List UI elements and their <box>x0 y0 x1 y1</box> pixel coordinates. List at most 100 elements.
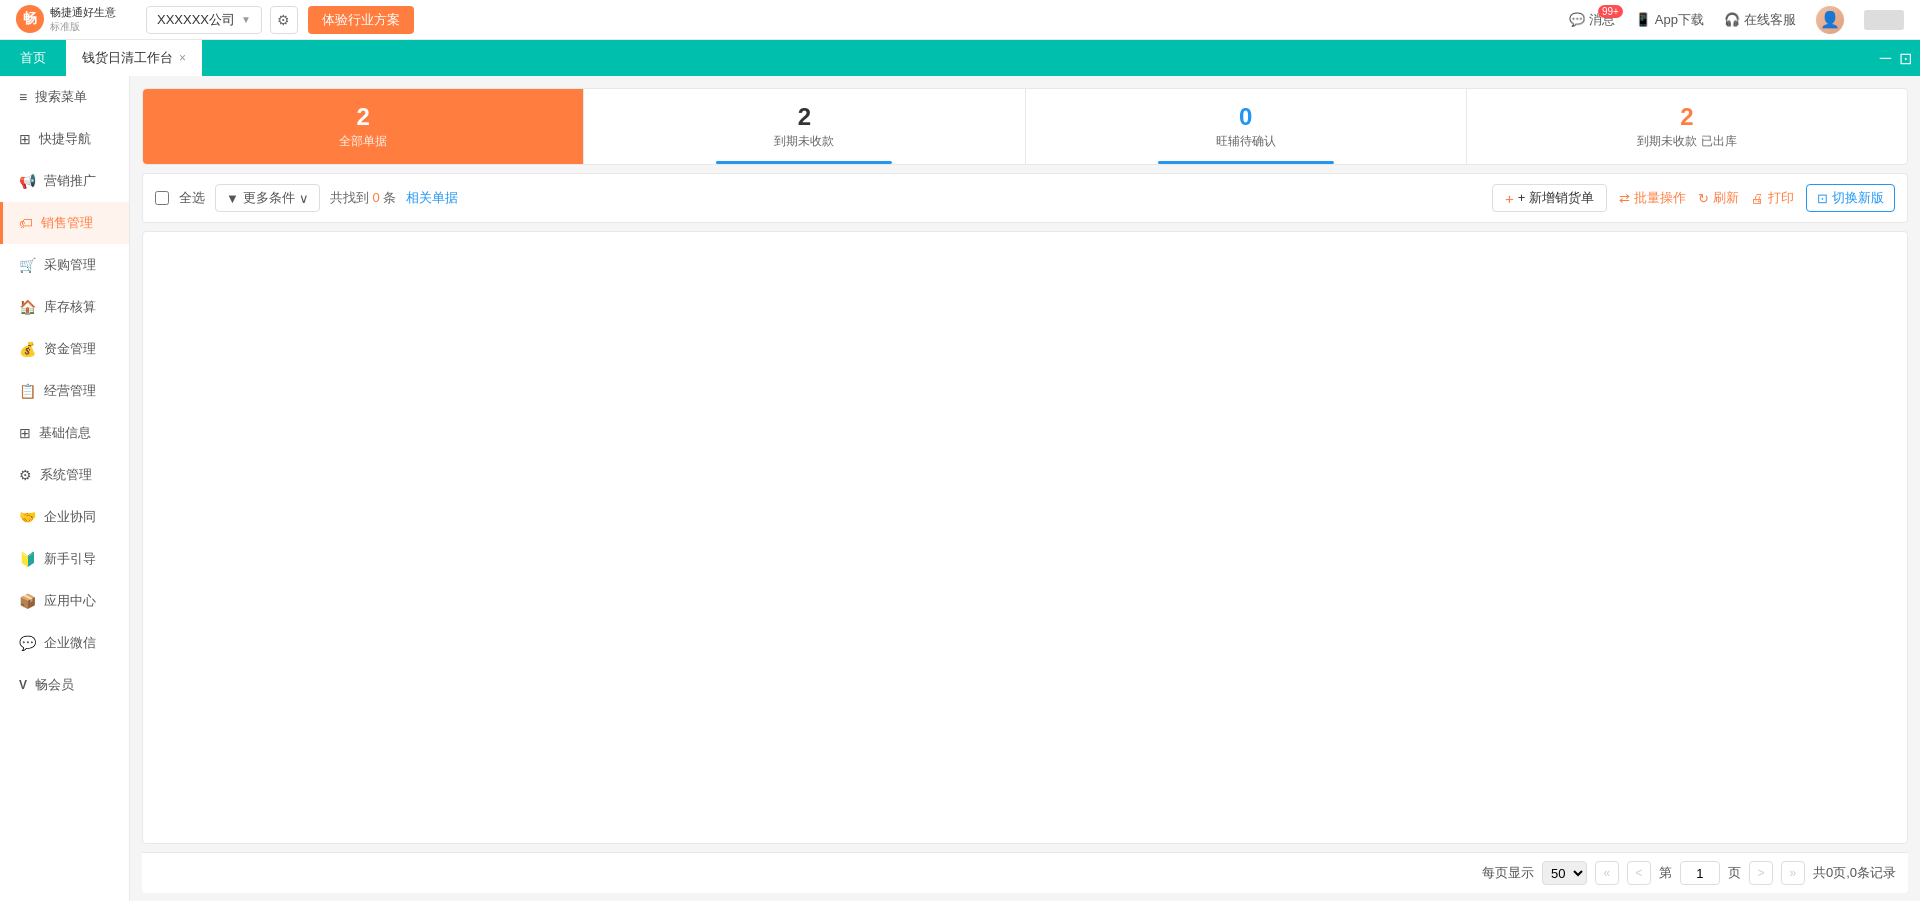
sidebar-item-sales[interactable]: 🏷 销售管理 <box>0 202 129 244</box>
sidebar-item-purchase[interactable]: 🛒 采购管理 <box>0 244 129 286</box>
select-all-label: 全选 <box>179 189 205 207</box>
found-unit: 条 <box>383 190 396 205</box>
stat-card-wangdian[interactable]: 0 旺辅待确认 <box>1026 89 1467 164</box>
sidebar-item-marketing[interactable]: 📢 营销推广 <box>0 160 129 202</box>
table-area <box>142 231 1908 844</box>
sidebar-item-app-center[interactable]: 📦 应用中心 <box>0 580 129 622</box>
total-records-label: 共0页,0条记录 <box>1813 864 1896 882</box>
current-page-input[interactable] <box>1680 861 1720 885</box>
sidebar-label-search-menu: 搜索菜单 <box>35 88 87 106</box>
tab-bar: 首页 钱货日清工作台 × ─ ⊡ <box>0 40 1920 76</box>
app-download-button[interactable]: 📱 App下载 <box>1635 11 1704 29</box>
sidebar-item-finance[interactable]: 💰 资金管理 <box>0 328 129 370</box>
sidebar-label-inventory: 库存核算 <box>44 298 96 316</box>
sidebar-item-member[interactable]: V 畅会员 <box>0 664 129 706</box>
stat-label-wangdian: 旺辅待确认 <box>1046 133 1446 150</box>
stat-card-all[interactable]: 2 全部单据 <box>143 89 584 164</box>
trial-button[interactable]: 体验行业方案 <box>308 6 414 34</box>
per-page-label: 每页显示 <box>1482 864 1534 882</box>
sidebar-label-marketing: 营销推广 <box>44 172 96 190</box>
company-dropdown-arrow: ▼ <box>241 14 251 25</box>
print-icon: 🖨 <box>1751 191 1764 206</box>
sidebar-label-system: 系统管理 <box>40 466 92 484</box>
stat-num-overdue: 2 <box>604 103 1004 131</box>
page-label-post: 页 <box>1728 864 1741 882</box>
switch-icon: ⊡ <box>1817 191 1828 206</box>
related-records-link[interactable]: 相关单据 <box>406 189 458 207</box>
stat-num-overdue-shipped: 2 <box>1487 103 1887 131</box>
tab-home[interactable]: 首页 <box>0 40 66 76</box>
new-sales-button[interactable]: + + 新增销货单 <box>1492 184 1607 212</box>
online-service-button[interactable]: 🎧 在线客服 <box>1724 11 1796 29</box>
stat-card-overdue-uncollected[interactable]: 2 到期未收款 <box>584 89 1025 164</box>
filter-icon: ▼ <box>226 191 239 206</box>
main-layout: ≡ 搜索菜单 ⊞ 快捷导航 📢 营销推广 🏷 销售管理 🛒 采购管理 🏠 库存核… <box>0 76 1920 901</box>
app-center-icon: 📦 <box>19 593 36 609</box>
message-icon: 💬 <box>1569 12 1585 27</box>
refresh-button[interactable]: ↻ 刷新 <box>1698 189 1739 207</box>
tab-close-button[interactable]: × <box>179 51 186 65</box>
sales-icon: 🏷 <box>19 215 33 231</box>
company-name: XXXXXX公司 <box>157 11 235 29</box>
operations-icon: 📋 <box>19 383 36 399</box>
tab-maximize-button[interactable]: ⊡ <box>1899 49 1912 68</box>
switch-version-label: 切换新版 <box>1832 189 1884 207</box>
sidebar-item-corp-wechat[interactable]: 💬 企业微信 <box>0 622 129 664</box>
sidebar-label-corp-collab: 企业协同 <box>44 508 96 526</box>
app-download-icon: 📱 <box>1635 12 1651 27</box>
messages-badge: 99+ <box>1598 5 1623 18</box>
sidebar-item-base-info[interactable]: ⊞ 基础信息 <box>0 412 129 454</box>
sidebar-label-purchase: 采购管理 <box>44 256 96 274</box>
online-service-icon: 🎧 <box>1724 12 1740 27</box>
pagination: 每页显示 50 « < 第 页 > » 共0页,0条记录 <box>142 852 1908 893</box>
sidebar-label-member: 畅会员 <box>35 676 74 694</box>
tab-bar-right: ─ ⊡ <box>1880 49 1920 68</box>
settings-button[interactable]: ⚙ <box>270 6 298 34</box>
sidebar-item-quick-nav[interactable]: ⊞ 快捷导航 <box>0 118 129 160</box>
company-selector[interactable]: XXXXXX公司 ▼ <box>146 6 262 34</box>
finance-icon: 💰 <box>19 341 36 357</box>
logo-icon: 畅 <box>16 5 44 33</box>
header-right: 💬 消息 99+ 📱 App下载 🎧 在线客服 👤 <box>1569 6 1904 34</box>
sidebar-item-guide[interactable]: 🔰 新手引导 <box>0 538 129 580</box>
online-service-label: 在线客服 <box>1744 11 1796 29</box>
gear-icon: ⚙ <box>277 12 290 28</box>
filter-down-icon: ∨ <box>299 191 309 206</box>
next-page-button[interactable]: > <box>1749 861 1773 885</box>
select-all-checkbox[interactable] <box>155 191 169 205</box>
print-button[interactable]: 🖨 打印 <box>1751 189 1794 207</box>
logo-text: 畅捷通好生意 <box>50 5 116 19</box>
logo-sub: 标准版 <box>50 20 116 34</box>
prev-page-button[interactable]: < <box>1627 861 1651 885</box>
base-info-icon: ⊞ <box>19 425 31 441</box>
content-area: 2 全部单据 2 到期未收款 0 旺辅待确认 2 到期未收款 已出库 全选 <box>130 76 1920 901</box>
sidebar-item-corp-collab[interactable]: 🤝 企业协同 <box>0 496 129 538</box>
tab-minimize-button[interactable]: ─ <box>1880 49 1891 67</box>
refresh-label: 刷新 <box>1713 189 1739 207</box>
tab-qinghuori[interactable]: 钱货日清工作台 × <box>66 40 202 76</box>
toolbar-left: 全选 ▼ 更多条件 ∨ 共找到 0 条 相关单据 <box>155 184 1482 212</box>
sidebar-item-operations[interactable]: 📋 经营管理 <box>0 370 129 412</box>
corp-collab-icon: 🤝 <box>19 509 36 525</box>
sidebar-label-app-center: 应用中心 <box>44 592 96 610</box>
sidebar-item-search-menu[interactable]: ≡ 搜索菜单 <box>0 76 129 118</box>
switch-version-button[interactable]: ⊡ 切换新版 <box>1806 184 1895 212</box>
messages-button[interactable]: 💬 消息 99+ <box>1569 11 1615 29</box>
logo-text-group: 畅捷通好生意 标准版 <box>50 5 116 33</box>
inventory-icon: 🏠 <box>19 299 36 315</box>
more-filter-button[interactable]: ▼ 更多条件 ∨ <box>215 184 320 212</box>
quick-nav-icon: ⊞ <box>19 131 31 147</box>
tab-label: 钱货日清工作台 <box>82 49 173 67</box>
username-display[interactable] <box>1864 10 1904 30</box>
stat-num-all: 2 <box>163 103 563 131</box>
corp-wechat-icon: 💬 <box>19 635 36 651</box>
sidebar-label-finance: 资金管理 <box>44 340 96 358</box>
last-page-button[interactable]: » <box>1781 861 1805 885</box>
per-page-select[interactable]: 50 <box>1542 861 1587 885</box>
user-avatar[interactable]: 👤 <box>1816 6 1844 34</box>
stat-card-overdue-not-shipped[interactable]: 2 到期未收款 已出库 <box>1467 89 1907 164</box>
sidebar-item-inventory[interactable]: 🏠 库存核算 <box>0 286 129 328</box>
sidebar-item-system[interactable]: ⚙ 系统管理 <box>0 454 129 496</box>
batch-ops-button[interactable]: ⇄ 批量操作 <box>1619 189 1686 207</box>
first-page-button[interactable]: « <box>1595 861 1619 885</box>
